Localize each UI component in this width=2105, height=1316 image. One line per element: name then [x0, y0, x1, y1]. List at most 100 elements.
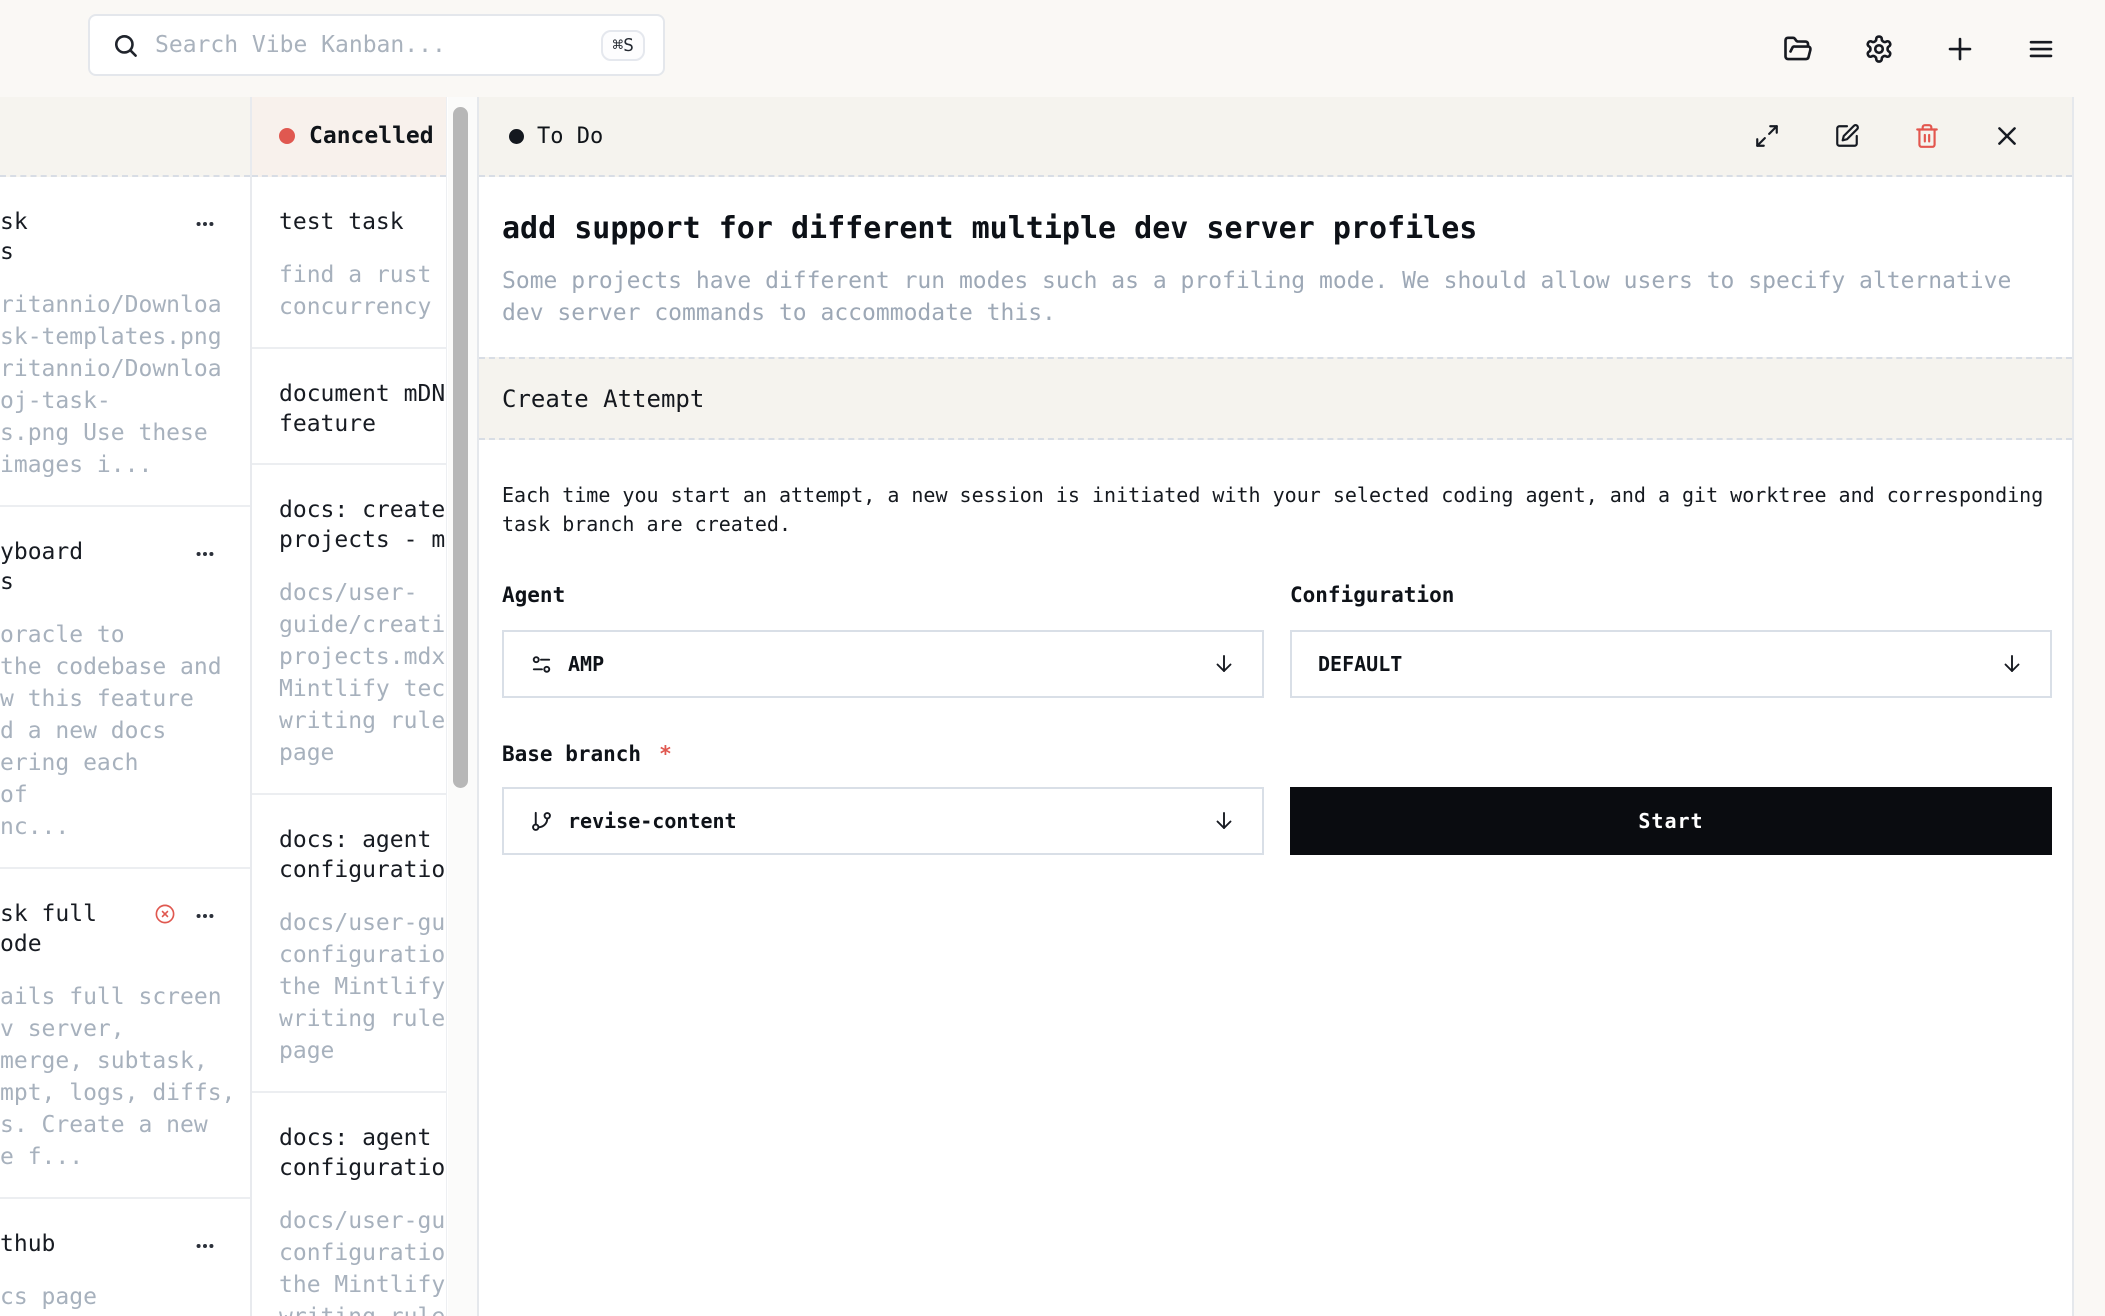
search-box[interactable]: ⌘S — [88, 14, 665, 76]
configuration-value: DEFAULT — [1318, 652, 1403, 676]
close-icon[interactable] — [1994, 123, 2020, 149]
base-branch-label: Base branch * — [502, 742, 672, 766]
task-card[interactable]: sk full ode ails full screen v server, m… — [0, 869, 250, 1199]
settings-gear-icon[interactable] — [1864, 34, 1894, 64]
base-branch-label-text: Base branch — [502, 742, 642, 766]
task-description-line: dev server commands to accommodate this. — [502, 300, 1056, 326]
kanban-column-cancelled: Cancelled test task find a rust fi concu… — [252, 97, 447, 1316]
card-desc-line: the Mintlify — [279, 1272, 446, 1298]
circle-x-icon[interactable] — [154, 903, 176, 925]
kanban-board: sk s ritannio/Downloa sk-templates.png r… — [0, 97, 477, 1316]
card-desc-line: docs/user- — [279, 580, 418, 606]
start-button[interactable]: Start — [1290, 787, 2052, 855]
top-bar: ⌘S — [0, 0, 2105, 97]
search-icon — [112, 32, 139, 59]
card-desc-line: configuration — [279, 1240, 447, 1266]
card-desc-line: nc... — [0, 814, 70, 840]
card-desc-line: d a new docs — [0, 718, 167, 744]
card-desc-line: the codebase and — [0, 654, 222, 680]
open-folder-icon[interactable] — [1783, 34, 1813, 64]
base-branch-select[interactable]: revise-content — [502, 787, 1264, 855]
card-desc-line: Mintlify tec — [279, 676, 446, 702]
todo-status-dot-icon — [509, 128, 524, 144]
card-desc-line: mpt, logs, diffs, — [0, 1080, 236, 1106]
card-desc-line: concurrency — [279, 294, 432, 320]
card-title-line: feature — [279, 411, 376, 437]
card-desc-line: merge, subtask, — [0, 1048, 208, 1074]
ellipsis-menu-icon[interactable] — [194, 543, 216, 565]
card-desc-line: sk-templates.png — [0, 324, 222, 350]
task-status-header: To Do — [479, 97, 2072, 177]
agent-select[interactable]: AMP — [502, 630, 1264, 698]
column-title: Cancelled — [309, 123, 434, 149]
attempt-info-line: task branch are created. — [502, 512, 791, 536]
topbar-actions — [1783, 0, 2056, 97]
card-title-line: ode — [0, 931, 42, 957]
attempt-info-line: Each time you start an attempt, a new se… — [502, 483, 2044, 507]
task-card[interactable]: docs: agent configuration docs/user-gu c… — [252, 1093, 446, 1316]
search-shortcut-badge: ⌘S — [601, 29, 645, 61]
card-desc-line: writing rule — [279, 708, 446, 734]
task-summary-section: add support for different multiple dev s… — [479, 177, 2072, 357]
task-detail-panel: To Do add support for different multiple… — [477, 97, 2074, 1316]
search-input[interactable] — [155, 32, 586, 58]
card-desc-line: v server, — [0, 1016, 125, 1042]
task-card[interactable]: thub cs page — [0, 1199, 250, 1316]
card-desc-line: ering each — [0, 750, 139, 776]
hamburger-menu-icon[interactable] — [2026, 34, 2056, 64]
ellipsis-menu-icon[interactable] — [194, 1235, 216, 1257]
task-card[interactable]: docs: agent configuration docs/user-gu c… — [252, 795, 446, 1093]
trash-icon[interactable] — [1914, 123, 1940, 149]
card-desc-line: w this feature — [0, 686, 194, 712]
required-star: * — [659, 742, 672, 766]
card-title-line: docs: agent — [279, 827, 432, 853]
sliders-icon — [530, 653, 553, 676]
card-title-line: test task — [279, 209, 404, 235]
ellipsis-menu-icon[interactable] — [194, 905, 216, 927]
card-desc-line: ails full screen — [0, 984, 222, 1010]
card-title-line: configuration — [279, 857, 447, 883]
add-plus-icon[interactable] — [1945, 34, 1975, 64]
card-desc-line: page — [279, 1038, 335, 1064]
chevron-down-icon — [1212, 809, 1236, 833]
task-card[interactable]: document mDN feature — [252, 349, 446, 465]
agent-label: Agent — [502, 583, 566, 607]
configuration-label: Configuration — [1290, 583, 1455, 607]
agent-value: AMP — [568, 652, 605, 676]
card-desc-line: page — [279, 740, 335, 766]
expand-icon[interactable] — [1754, 123, 1780, 149]
card-title-line: docs: agent — [279, 1125, 432, 1151]
card-desc-line: docs/user-gu — [279, 910, 446, 936]
card-desc-line: writing rule — [279, 1006, 446, 1032]
card-desc-line: ritannio/Downloa — [0, 356, 222, 382]
edit-pencil-icon[interactable] — [1834, 123, 1860, 149]
task-card[interactable]: sk s ritannio/Downloa sk-templates.png r… — [0, 177, 250, 507]
task-title: add support for different multiple dev s… — [502, 211, 1478, 246]
card-desc-line: find a rust fi — [279, 262, 446, 288]
card-desc-line: s.png Use these — [0, 420, 208, 446]
status-label: To Do — [537, 123, 604, 149]
task-card[interactable]: docs: create projects - m docs/user- gui… — [252, 465, 446, 795]
card-title-line: projects - m — [279, 527, 446, 553]
card-title-line: docs: create — [279, 497, 446, 523]
card-desc-line: of — [0, 782, 28, 808]
task-card[interactable]: test task find a rust fi concurrency — [252, 177, 446, 349]
card-desc-line: oracle to — [0, 622, 125, 648]
configuration-select[interactable]: DEFAULT — [1290, 630, 2052, 698]
board-scrollbar-track[interactable] — [448, 97, 477, 1316]
start-button-label: Start — [1638, 809, 1704, 833]
card-desc-line: guide/creati — [279, 612, 446, 638]
git-branch-icon — [530, 810, 553, 833]
base-branch-value: revise-content — [568, 809, 737, 833]
card-desc-line: docs/user-gu — [279, 1208, 446, 1234]
chevron-down-icon — [1212, 652, 1236, 676]
card-desc-line: projects.mdx — [279, 644, 446, 670]
card-desc-line: writing rule — [279, 1301, 446, 1316]
create-attempt-header: Create Attempt — [479, 357, 2072, 440]
column-header — [0, 97, 250, 177]
card-desc-line: oj-task- — [0, 388, 111, 414]
ellipsis-menu-icon[interactable] — [194, 213, 216, 235]
task-card[interactable]: yboard s oracle to the codebase and w th… — [0, 507, 250, 869]
card-title-line: s — [0, 239, 14, 265]
board-scrollbar-thumb[interactable] — [453, 107, 468, 788]
